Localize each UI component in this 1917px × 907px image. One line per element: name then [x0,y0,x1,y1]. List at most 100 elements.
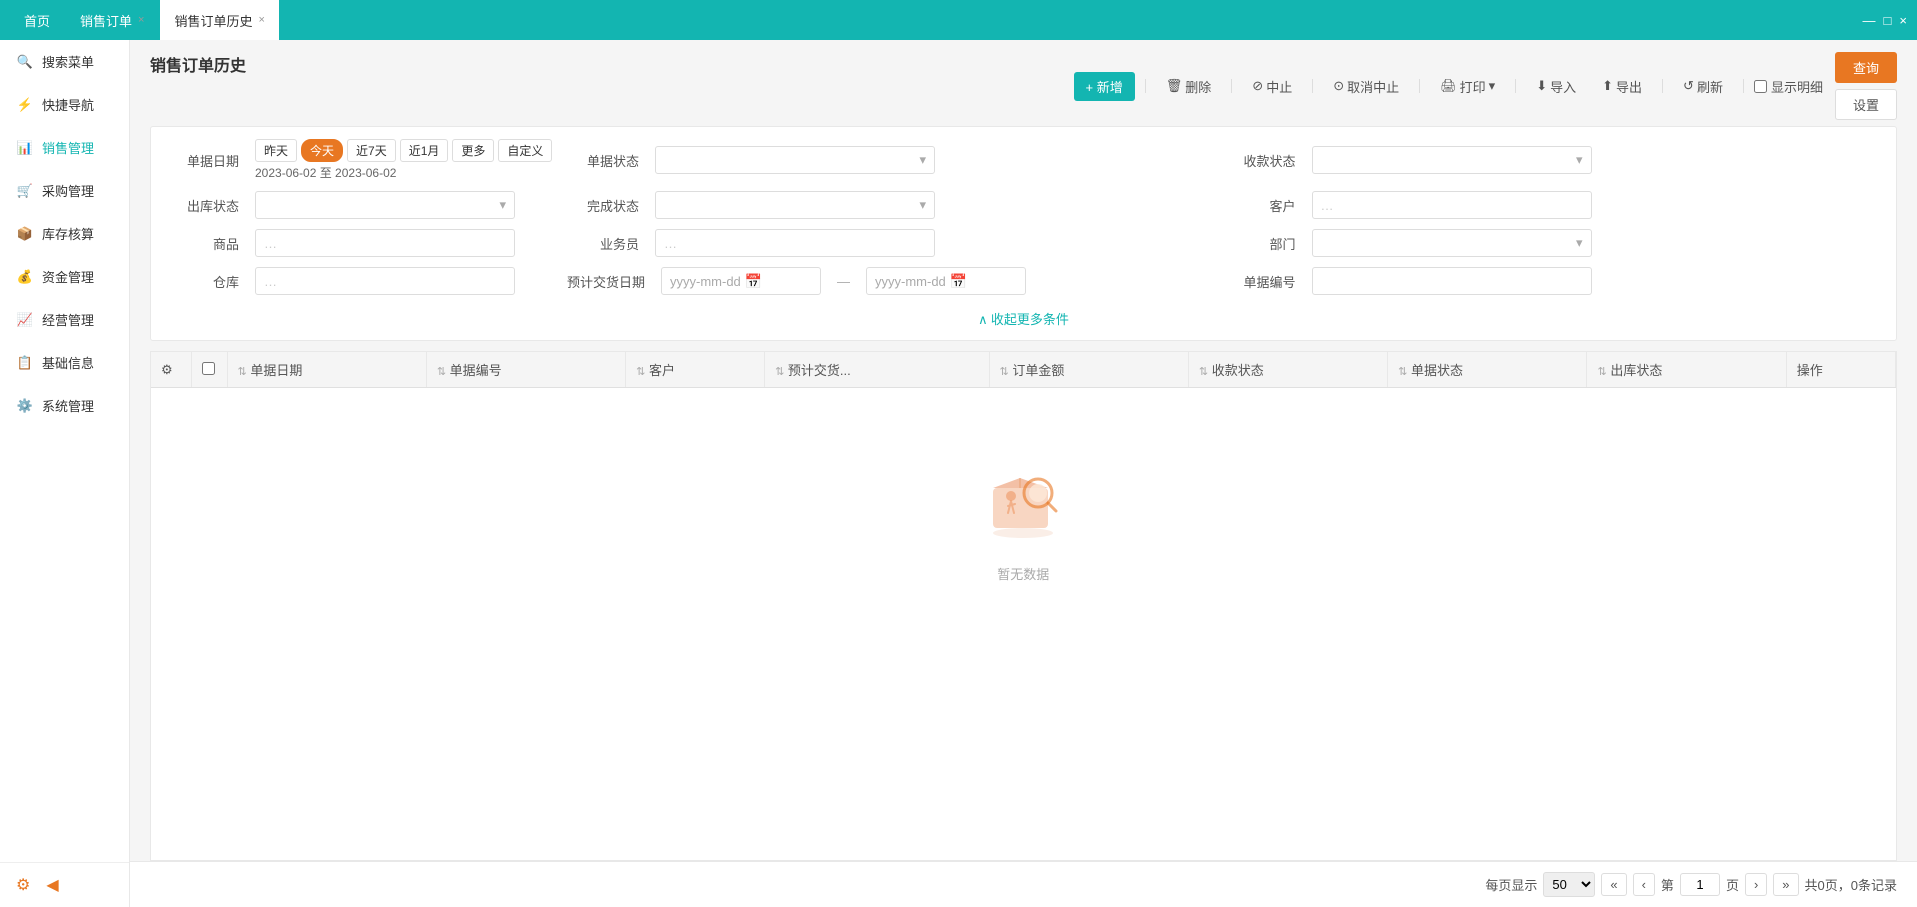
page-next-button[interactable]: › [1745,873,1767,896]
th-customer-label: 客户 [649,363,675,378]
stop-button[interactable]: ⊘ 中止 [1242,73,1302,100]
salesperson-input[interactable]: … [655,229,935,257]
date-btn-custom[interactable]: 自定义 [498,139,552,162]
tab-sales-order-history-label: 销售订单历史 [174,11,252,30]
sidebar-item-quick-nav-label: 快捷导航 [42,95,94,114]
tab-sales-order-close[interactable]: × [138,14,144,26]
print-button[interactable]: 🖨 打印 ▾ [1430,73,1505,100]
delivery-date-to[interactable]: yyyy-mm-dd 📅 [866,267,1026,295]
delete-button[interactable]: 🗑 删除 [1156,73,1222,100]
th-receipt-status[interactable]: ⇅ 收款状态 [1188,352,1387,388]
outbound-status-select[interactable]: ▾ [255,191,515,219]
delete-label: 删除 [1185,77,1211,96]
warehouse-input[interactable]: … [255,267,515,295]
completion-status-select[interactable]: ▾ [655,191,935,219]
close-button[interactable]: × [1899,13,1907,28]
page-title: 销售订单历史 [150,52,246,76]
tab-home[interactable]: 首页 [10,0,64,40]
th-no[interactable]: ⇅ 单据编号 [426,352,625,388]
display-detail-checkbox-wrap[interactable]: 显示明细 [1754,77,1823,96]
page-number-input[interactable] [1680,873,1720,896]
th-doc-status-sort-icon: ⇅ [1398,366,1407,378]
new-button[interactable]: + 新增 [1074,72,1135,101]
sidebar-item-operations[interactable]: 📈 经营管理 [0,298,129,341]
customer-input[interactable]: … [1312,191,1592,219]
date-btn-yesterday[interactable]: 昨天 [255,139,297,162]
sidebar-collapse-icon[interactable]: ◀ [46,875,58,895]
tab-sales-order-history-close[interactable]: × [258,14,264,26]
th-doc-status[interactable]: ⇅ 单据状态 [1388,352,1587,388]
settings-button[interactable]: 设置 [1835,89,1897,120]
sidebar-settings-icon[interactable]: ⚙ [16,875,30,895]
cancel-stop-button[interactable]: ⊙ 取消中止 [1323,73,1409,100]
date-btn-today[interactable]: 今天 [301,139,343,162]
table-body: 暂无数据 [151,388,1896,624]
display-detail-checkbox[interactable] [1754,80,1767,93]
th-date[interactable]: ⇅ 单据日期 [227,352,426,388]
date-btn-7days[interactable]: 近7天 [347,139,396,162]
sidebar-item-sales-mgmt[interactable]: 📊 销售管理 [0,126,129,169]
page-first-button[interactable]: « [1601,873,1626,896]
product-input[interactable]: … [255,229,515,257]
sidebar-item-inventory-label: 库存核算 [42,224,94,243]
delivery-date-to-text: yyyy-mm-dd [875,274,946,289]
order-no-input[interactable] [1312,267,1592,295]
sidebar-item-search-menu[interactable]: 🔍 搜索菜单 [0,40,129,83]
sidebar-item-sys-mgmt[interactable]: ⚙️ 系统管理 [0,384,129,427]
th-customer[interactable]: ⇅ 客户 [626,352,765,388]
filter-row-3: 商品 … 业务员 … 部门 ▾ [167,229,1880,257]
th-out-status-sort-icon: ⇅ [1597,366,1606,378]
th-checkbox[interactable] [191,352,227,388]
tab-sales-order-history[interactable]: 销售订单历史 × [160,0,278,40]
doc-status-select[interactable]: ▾ [655,146,935,174]
completion-status-label: 完成状态 [567,196,647,215]
divider-6 [1662,79,1663,93]
th-receipt-status-label: 收款状态 [1212,363,1264,378]
filter-area: 单据日期 昨天 今天 近7天 近1月 更多 自定义 2023-06-02 至 2… [150,126,1897,341]
sidebar-item-quick-nav[interactable]: ⚡ 快捷导航 [0,83,129,126]
product-label: 商品 [167,234,247,253]
sidebar-item-finance[interactable]: 💰 资金管理 [0,255,129,298]
receipt-status-select[interactable]: ▾ [1312,146,1592,174]
sidebar-item-base-info-label: 基础信息 [42,353,94,372]
select-all-checkbox[interactable] [202,362,215,375]
calendar-from-icon: 📅 [745,273,762,290]
pagination: 每页显示 10 20 50 100 « ‹ 第 页 › » 共0页，0条记录 [130,861,1917,907]
th-settings[interactable]: ⚙ [151,352,191,388]
import-label: 导入 [1550,77,1576,96]
date-btn-1month[interactable]: 近1月 [400,139,449,162]
th-out-status[interactable]: ⇅ 出库状态 [1587,352,1786,388]
sidebar-item-inventory[interactable]: 📦 库存核算 [0,212,129,255]
import-button[interactable]: ⬇ 导入 [1526,73,1586,100]
per-page-select[interactable]: 10 20 50 100 [1543,872,1595,897]
export-button[interactable]: ⬆ 导出 [1592,73,1652,100]
warehouse-label: 仓库 [167,272,247,291]
sidebar-item-purchase-mgmt[interactable]: 🛒 采购管理 [0,169,129,212]
sidebar-item-base-info[interactable]: 📋 基础信息 [0,341,129,384]
page-prev-button[interactable]: ‹ [1633,873,1655,896]
maximize-button[interactable]: □ [1884,13,1892,28]
th-doc-status-label: 单据状态 [1411,363,1463,378]
minimize-button[interactable]: — [1863,13,1876,28]
tab-sales-order[interactable]: 销售订单 × [66,0,158,40]
refresh-label: 刷新 [1697,77,1723,96]
sidebar-item-search-menu-label: 搜索菜单 [42,52,94,71]
delivery-date-from[interactable]: yyyy-mm-dd 📅 [661,267,821,295]
page-last-button[interactable]: » [1773,873,1798,896]
date-btn-more[interactable]: 更多 [452,139,494,162]
th-no-sort-icon: ⇅ [437,366,446,378]
th-action: 操作 [1786,352,1895,388]
data-table: ⚙ ⇅ 单据日期 ⇅ 单据编号 ⇅ 客户 [151,352,1896,623]
purchase-mgmt-icon: 🛒 [16,182,34,200]
collapse-icon: ∧ [978,312,988,328]
collapse-row[interactable]: ∧ 收起更多条件 [167,305,1880,328]
calendar-to-icon: 📅 [950,273,967,290]
customer-ellipsis: … [1321,198,1334,213]
department-arrow: ▾ [1576,235,1583,251]
divider-1 [1145,79,1146,93]
query-button[interactable]: 查询 [1835,52,1897,83]
department-select[interactable]: ▾ [1312,229,1592,257]
th-amount[interactable]: ⇅ 订单金额 [989,352,1188,388]
refresh-button[interactable]: ↺ 刷新 [1673,73,1733,100]
th-delivery[interactable]: ⇅ 预计交货... [765,352,989,388]
